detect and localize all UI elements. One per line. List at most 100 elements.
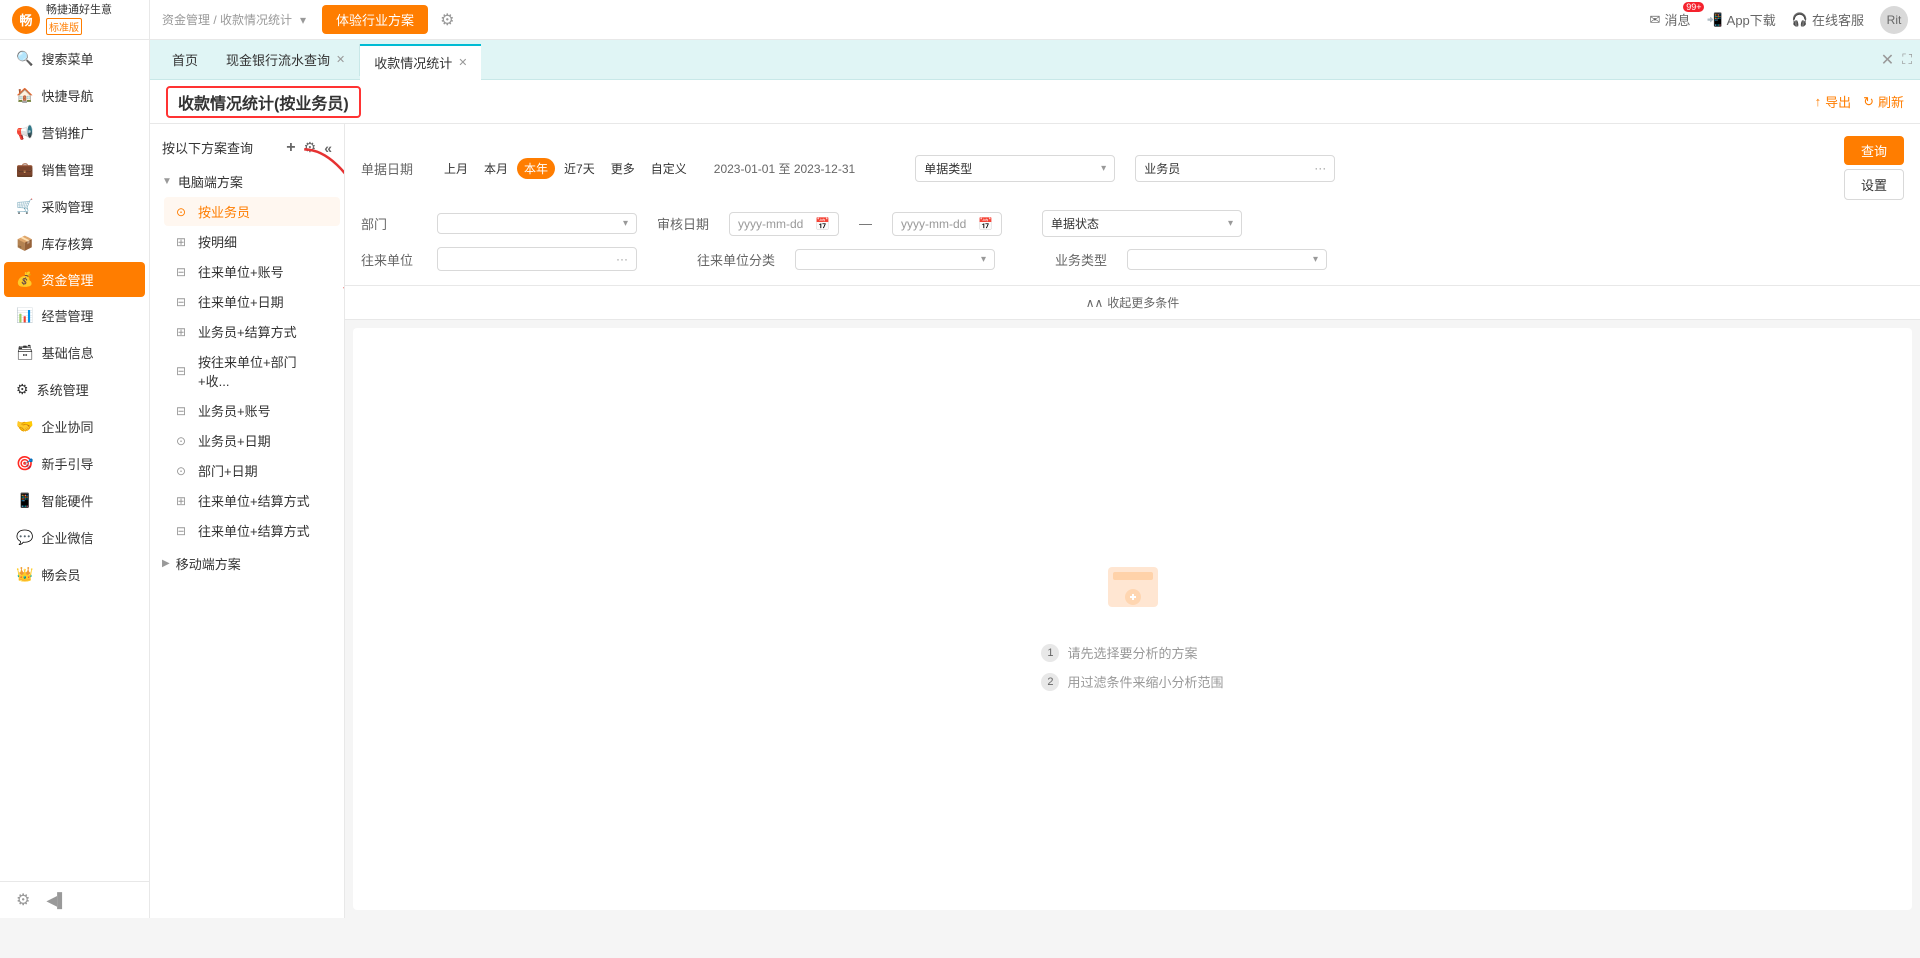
- sidebar-item-finance[interactable]: 💰 资金管理: [4, 262, 145, 297]
- sidebar-item-wechat[interactable]: 💬 企业微信: [0, 519, 149, 556]
- tree-item-dept-date[interactable]: ⊙ 部门+日期: [164, 456, 340, 485]
- doc-type-select[interactable]: 单据类型 ▾: [915, 155, 1115, 182]
- empty-state: 1 请先选择要分析的方案 2 用过滤条件来缩小分析范围: [353, 328, 1912, 910]
- tree-item-sales-settlement[interactable]: ⊞ 业务员+结算方式: [164, 317, 340, 346]
- app-download-btn[interactable]: 📲 App下载: [1706, 10, 1775, 29]
- item-icon: ⊟: [176, 295, 192, 309]
- counterpart-input[interactable]: ···: [437, 247, 637, 271]
- sidebar-item-guide[interactable]: 🎯 新手引导: [0, 445, 149, 482]
- tab-home[interactable]: 首页: [158, 44, 212, 76]
- dept-select[interactable]: ▾: [437, 213, 637, 234]
- sidebar-item-marketing[interactable]: 📢 营销推广: [0, 114, 149, 151]
- empty-step-1: 1 请先选择要分析的方案: [1041, 643, 1223, 662]
- item-label: 业务员+结算方式: [198, 322, 297, 341]
- tree-item-unit-acct[interactable]: ⊟ 往来单位+账号: [164, 257, 340, 286]
- date-tab-more[interactable]: 更多: [604, 158, 642, 179]
- online-service-btn[interactable]: 🎧 在线客服: [1792, 10, 1864, 29]
- expand-icon[interactable]: ◀▌: [46, 892, 67, 909]
- close-window-btn[interactable]: ✕: [1881, 50, 1894, 70]
- logo-icon: 畅: [12, 6, 40, 34]
- tab-receipt[interactable]: 收款情况统计 ✕: [360, 44, 481, 80]
- tab-label: 收款情况统计: [374, 53, 452, 72]
- mobile-section-label: 移动端方案: [176, 554, 241, 573]
- sidebar-item-purchase[interactable]: 🛒 采购管理: [0, 188, 149, 225]
- operation-icon: 📊: [16, 307, 33, 324]
- item-icon: ⊙: [176, 434, 192, 448]
- desktop-section-header[interactable]: ▼ 电脑端方案: [150, 167, 344, 196]
- more-dots[interactable]: ···: [1314, 161, 1326, 175]
- salesperson-select[interactable]: 业务员 ···: [1135, 155, 1335, 182]
- msg-label: 消息: [1664, 10, 1690, 29]
- sidebar-item-label: 新手引导: [41, 454, 93, 473]
- date-tab-last-month[interactable]: 上月: [437, 158, 475, 179]
- doc-status-select[interactable]: 单据状态 ▾: [1042, 210, 1242, 237]
- messages-btn[interactable]: ✉ 消息 99+: [1650, 10, 1691, 29]
- tab-close-bank[interactable]: ✕: [336, 53, 345, 66]
- right-content: 单据日期 上月 本月 本年 近7天 更多 自定义 2023-01-01 至 20…: [345, 124, 1920, 918]
- counterpart-category-select[interactable]: ▾: [795, 249, 995, 270]
- tree-item-detail[interactable]: ⊞ 按明细: [164, 227, 340, 256]
- audit-date-label: 审核日期: [657, 214, 709, 233]
- sidebar-item-label: 系统管理: [37, 380, 89, 399]
- tree-item-unit-settle1[interactable]: ⊞ 往来单位+结算方式: [164, 486, 340, 515]
- sidebar-item-operation[interactable]: 📊 经营管理: [0, 297, 149, 334]
- tree-item-salesperson[interactable]: ⊙ 按业务员: [164, 197, 340, 226]
- finance-icon: 💰: [16, 271, 33, 288]
- sidebar-item-enterprise[interactable]: 🤝 企业协同: [0, 408, 149, 445]
- date-tab-this-year[interactable]: 本年: [517, 158, 555, 179]
- more-dots-counterpart[interactable]: ···: [616, 252, 628, 266]
- dropdown-icon[interactable]: ▾: [300, 13, 306, 27]
- tree-item-unit-settle2[interactable]: ⊟ 往来单位+结算方式: [164, 516, 340, 545]
- biz-type-select[interactable]: ▾: [1127, 249, 1327, 270]
- panel-header: 按以下方案查询 + ⚙ «: [150, 132, 344, 163]
- logo-text-area: 畅捷通好生意 标准版: [46, 4, 112, 34]
- sidebar-item-basic[interactable]: 🗃 基础信息: [0, 334, 149, 371]
- tree-item-sales-date[interactable]: ⊙ 业务员+日期: [164, 426, 340, 455]
- maximize-btn[interactable]: ⛶: [1902, 51, 1912, 68]
- sidebar-item-sales[interactable]: 💼 销售管理: [0, 151, 149, 188]
- settings-btn[interactable]: 设置: [1844, 169, 1904, 200]
- query-btn[interactable]: 查询: [1844, 136, 1904, 165]
- tab-bank[interactable]: 现金银行流水查询 ✕: [212, 44, 360, 76]
- wechat-icon: 💬: [16, 529, 33, 546]
- dropdown-arrow: ▾: [981, 254, 986, 265]
- message-icon: ✉: [1650, 12, 1661, 28]
- tree-item-unit-date[interactable]: ⊟ 往来单位+日期: [164, 287, 340, 316]
- date-tab-custom[interactable]: 自定义: [644, 158, 694, 179]
- audit-date-start[interactable]: yyyy-mm-dd 📅: [729, 212, 839, 236]
- sidebar-item-inventory[interactable]: 📦 库存核算: [0, 225, 149, 262]
- settings-bottom-icon[interactable]: ⚙: [16, 890, 30, 910]
- expand-arrow: ▼: [162, 176, 172, 187]
- tab-close-receipt[interactable]: ✕: [458, 56, 467, 69]
- sidebar-item-search[interactable]: 🔍 搜索菜单: [0, 40, 149, 77]
- logo-name: 畅捷通好生意: [46, 4, 112, 17]
- trial-btn[interactable]: 体验行业方案: [322, 5, 428, 34]
- refresh-label: 刷新: [1878, 92, 1904, 111]
- mobile-section-header[interactable]: ▶ 移动端方案: [150, 549, 344, 578]
- sidebar-item-system[interactable]: ⚙ 系统管理: [0, 371, 149, 408]
- top-header-left: 资金管理 / 收款情况统计 ▾ 体验行业方案 ⚙: [162, 5, 1650, 34]
- filter-row-2: 部门 ▾ 审核日期 yyyy-mm-dd 📅 — yyyy-mm-dd 📅: [361, 210, 1904, 237]
- doc-type-label: 单据类型: [924, 160, 972, 177]
- tree-item-unit-dept[interactable]: ⊟ 按往来单位+部门+收...: [164, 347, 340, 395]
- sidebar-item-member[interactable]: 👑 畅会员: [0, 556, 149, 593]
- sidebar-item-hardware[interactable]: 📱 智能硬件: [0, 482, 149, 519]
- sidebar-item-quick[interactable]: 🏠 快捷导航: [0, 77, 149, 114]
- empty-illustration: [1093, 547, 1173, 627]
- date-tab-this-month[interactable]: 本月: [477, 158, 515, 179]
- add-scheme-btn[interactable]: +: [286, 139, 295, 157]
- date-tab-7days[interactable]: 近7天: [557, 158, 602, 179]
- settings-icon[interactable]: ⚙: [440, 10, 454, 30]
- user-area[interactable]: Rit: [1880, 6, 1908, 34]
- inventory-icon: 📦: [16, 235, 33, 252]
- collapse-bar[interactable]: ∧∧ 收起更多条件: [345, 286, 1920, 320]
- tree-item-sales-acct[interactable]: ⊟ 业务员+账号: [164, 396, 340, 425]
- marketing-icon: 📢: [16, 124, 33, 141]
- collapse-panel-btn[interactable]: «: [324, 140, 332, 156]
- refresh-btn[interactable]: ↻ 刷新: [1863, 92, 1904, 111]
- export-btn[interactable]: ↑ 导出: [1815, 92, 1852, 111]
- doc-status-label: 单据状态: [1051, 215, 1099, 232]
- audit-date-end[interactable]: yyyy-mm-dd 📅: [892, 212, 1002, 236]
- item-label: 按明细: [198, 232, 237, 251]
- settings-scheme-btn[interactable]: ⚙: [304, 139, 317, 156]
